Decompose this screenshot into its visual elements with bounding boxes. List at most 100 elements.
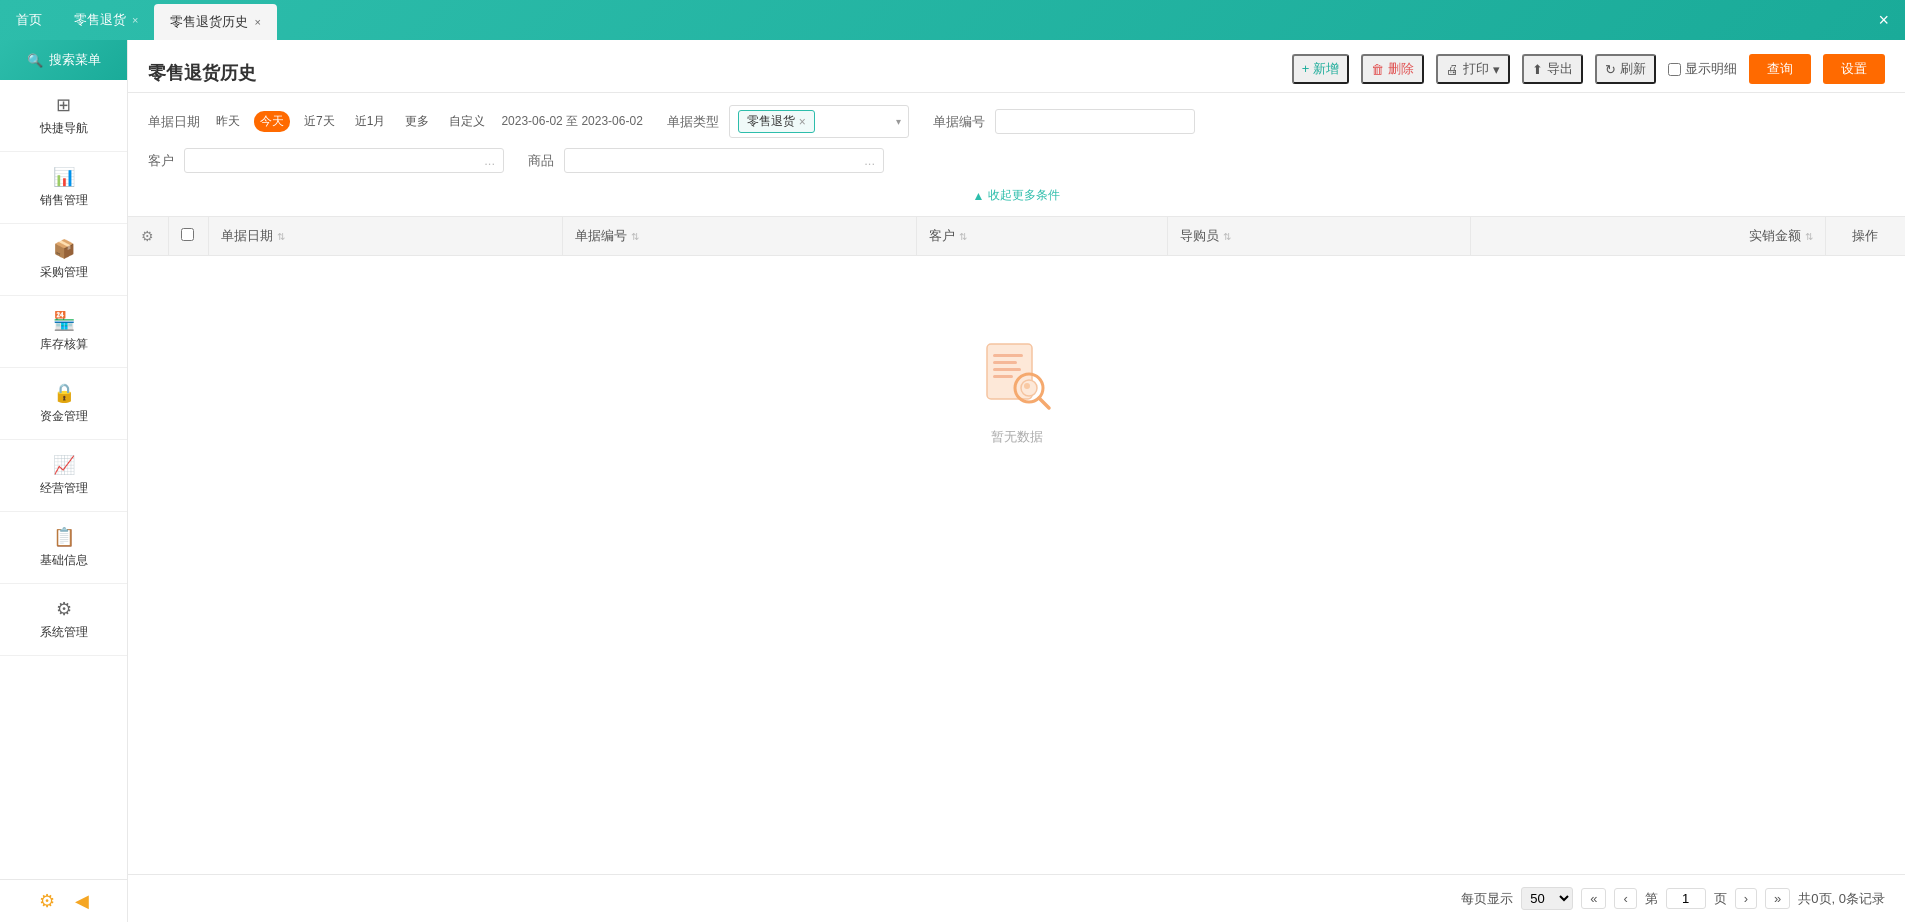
- sidebar-search-label: 搜索菜单: [49, 51, 101, 69]
- th-action: 操作: [1825, 217, 1905, 256]
- settings-button[interactable]: 设置: [1823, 54, 1885, 84]
- empty-row: 暂无数据: [128, 256, 1905, 527]
- th-date-sort[interactable]: 单据日期 ⇅: [221, 227, 550, 245]
- sales-icon: 📊: [53, 166, 75, 188]
- sidebar-item-finance[interactable]: 🔒 资金管理: [0, 368, 127, 440]
- th-customer-sort[interactable]: 客户 ⇅: [929, 227, 1155, 245]
- query-button[interactable]: 查询: [1749, 54, 1811, 84]
- first-page-button[interactable]: «: [1581, 888, 1606, 909]
- last-page-button[interactable]: »: [1765, 888, 1790, 909]
- purchase-icon: 📦: [53, 238, 75, 260]
- sidebar-item-base-info-label: 基础信息: [40, 552, 88, 569]
- sidebar-item-purchase-label: 采购管理: [40, 264, 88, 281]
- delete-icon: 🗑: [1371, 62, 1384, 77]
- delete-button[interactable]: 🗑 删除: [1361, 54, 1424, 84]
- sidebar-item-sales-mgmt[interactable]: 📊 销售管理: [0, 152, 127, 224]
- type-tag-close[interactable]: ×: [799, 115, 806, 129]
- type-filter-label: 单据类型: [667, 113, 719, 131]
- filter-area: 单据日期 昨天 今天 近7天 近1月 更多 自定义 2023-06-02 至 2…: [128, 93, 1905, 217]
- date-opt-last7[interactable]: 近7天: [298, 111, 341, 132]
- th-amount-sort[interactable]: 实销金额 ⇅: [1483, 227, 1813, 245]
- tab-home[interactable]: 首页: [0, 0, 58, 40]
- th-amount-label: 实销金额: [1749, 227, 1801, 245]
- page-number-input[interactable]: [1666, 888, 1706, 909]
- search-icon: 🔍: [27, 53, 43, 68]
- customer-filter-group: 客户 ...: [148, 148, 504, 173]
- sidebar-item-finance-label: 资金管理: [40, 408, 88, 425]
- tab-retail-return-history-close[interactable]: ×: [254, 16, 260, 28]
- empty-state: 暂无数据: [128, 256, 1905, 526]
- print-label: 打印: [1463, 60, 1489, 78]
- select-all-checkbox[interactable]: [181, 228, 194, 241]
- date-opt-yesterday[interactable]: 昨天: [210, 111, 246, 132]
- type-select-dropdown[interactable]: 零售退货 ×: [729, 105, 909, 138]
- date-opt-custom[interactable]: 自定义: [443, 111, 491, 132]
- th-guide-sort-icon: ⇅: [1223, 231, 1231, 242]
- base-info-icon: 📋: [53, 526, 75, 548]
- sidebar-nav: ⊞ 快捷导航 📊 销售管理 📦 采购管理 🏪 库存核算 🔒 资金管理 📈: [0, 80, 127, 879]
- next-page-button[interactable]: ›: [1735, 888, 1757, 909]
- th-guide-sort[interactable]: 导购员 ⇅: [1180, 227, 1458, 245]
- total-info: 共0页, 0条记录: [1798, 890, 1885, 908]
- date-opt-last1m[interactable]: 近1月: [349, 111, 392, 132]
- sidebar-item-inventory[interactable]: 🏪 库存核算: [0, 296, 127, 368]
- print-button[interactable]: 🖨 打印 ▾: [1436, 54, 1510, 84]
- th-number-sort[interactable]: 单据编号 ⇅: [575, 227, 904, 245]
- refresh-button[interactable]: ↻ 刷新: [1595, 54, 1656, 84]
- new-button[interactable]: + 新增: [1292, 54, 1349, 84]
- window-close-button[interactable]: ×: [1862, 10, 1905, 31]
- date-options: 昨天 今天 近7天 近1月 更多 自定义: [210, 111, 491, 132]
- th-guide-label: 导购员: [1180, 227, 1219, 245]
- export-icon: ⬆: [1532, 62, 1543, 77]
- number-filter-input[interactable]: [995, 109, 1195, 134]
- column-settings-icon[interactable]: ⚙: [141, 228, 154, 244]
- table-header-row: ⚙ 单据日期 ⇅ 单据编号: [128, 217, 1905, 256]
- sidebar-item-purchase-mgmt[interactable]: 📦 采购管理: [0, 224, 127, 296]
- system-mgmt-icon: ⚙: [56, 598, 72, 620]
- th-gear: ⚙: [128, 217, 168, 256]
- tab-retail-return-close[interactable]: ×: [132, 14, 138, 26]
- page-header: 零售退货历史 + 新增 🗑 删除 🖨 打印 ▾ ⬆ 导出 ↻: [128, 40, 1905, 93]
- sidebar-item-quick-nav-label: 快捷导航: [40, 120, 88, 137]
- sidebar-item-operations[interactable]: 📈 经营管理: [0, 440, 127, 512]
- per-page-select[interactable]: 10 20 50 100: [1521, 887, 1573, 910]
- collapse-sidebar-icon[interactable]: ◀: [75, 890, 89, 912]
- tab-retail-return-label: 零售退货: [74, 11, 126, 29]
- content-area: 零售退货历史 + 新增 🗑 删除 🖨 打印 ▾ ⬆ 导出 ↻: [128, 40, 1905, 922]
- sidebar-item-operations-label: 经营管理: [40, 480, 88, 497]
- prev-page-button[interactable]: ‹: [1614, 888, 1636, 909]
- per-page-label: 每页显示: [1461, 890, 1513, 908]
- settings-bottom-icon[interactable]: ⚙: [39, 890, 55, 912]
- tab-retail-return[interactable]: 零售退货 ×: [58, 0, 154, 40]
- main-layout: 🔍 搜索菜单 ⊞ 快捷导航 📊 销售管理 📦 采购管理 🏪 库存核算 🔒: [0, 40, 1905, 922]
- sidebar-item-base-info[interactable]: 📋 基础信息: [0, 512, 127, 584]
- pagination: 每页显示 10 20 50 100 « ‹ 第 页 › » 共0页, 0条记录: [128, 874, 1905, 922]
- display-detail-checkbox[interactable]: [1668, 63, 1681, 76]
- export-button[interactable]: ⬆ 导出: [1522, 54, 1583, 84]
- page-unit-label: 页: [1714, 890, 1727, 908]
- finance-icon: 🔒: [53, 382, 75, 404]
- type-filter-group: 单据类型 零售退货 × ▾: [667, 105, 909, 138]
- type-select-wrapper: 零售退货 × ▾: [729, 105, 909, 138]
- date-opt-more[interactable]: 更多: [399, 111, 435, 132]
- collapse-up-icon: ▲: [973, 189, 985, 203]
- empty-text: 暂无数据: [991, 428, 1043, 446]
- svg-line-7: [1039, 398, 1049, 408]
- goods-ellipsis: ...: [864, 153, 875, 168]
- svg-rect-1: [993, 354, 1023, 357]
- tab-list: 首页 零售退货 × 零售退货历史 ×: [0, 0, 1862, 40]
- sidebar-item-quick-nav[interactable]: ⊞ 快捷导航: [0, 80, 127, 152]
- collapse-button[interactable]: ▲ 收起更多条件: [973, 187, 1061, 204]
- svg-rect-2: [993, 361, 1017, 364]
- sidebar-item-system-mgmt[interactable]: ⚙ 系统管理: [0, 584, 127, 656]
- goods-filter-input[interactable]: ...: [564, 148, 884, 173]
- date-opt-today[interactable]: 今天: [254, 111, 290, 132]
- top-bar: 首页 零售退货 × 零售退货历史 × ×: [0, 0, 1905, 40]
- customer-filter-input[interactable]: ...: [184, 148, 504, 173]
- th-customer: 客户 ⇅: [917, 217, 1168, 256]
- sidebar-search[interactable]: 🔍 搜索菜单: [0, 40, 127, 80]
- quick-nav-icon: ⊞: [56, 94, 71, 116]
- th-date-label: 单据日期: [221, 227, 273, 245]
- svg-rect-3: [993, 368, 1021, 371]
- tab-retail-return-history[interactable]: 零售退货历史 ×: [154, 4, 276, 40]
